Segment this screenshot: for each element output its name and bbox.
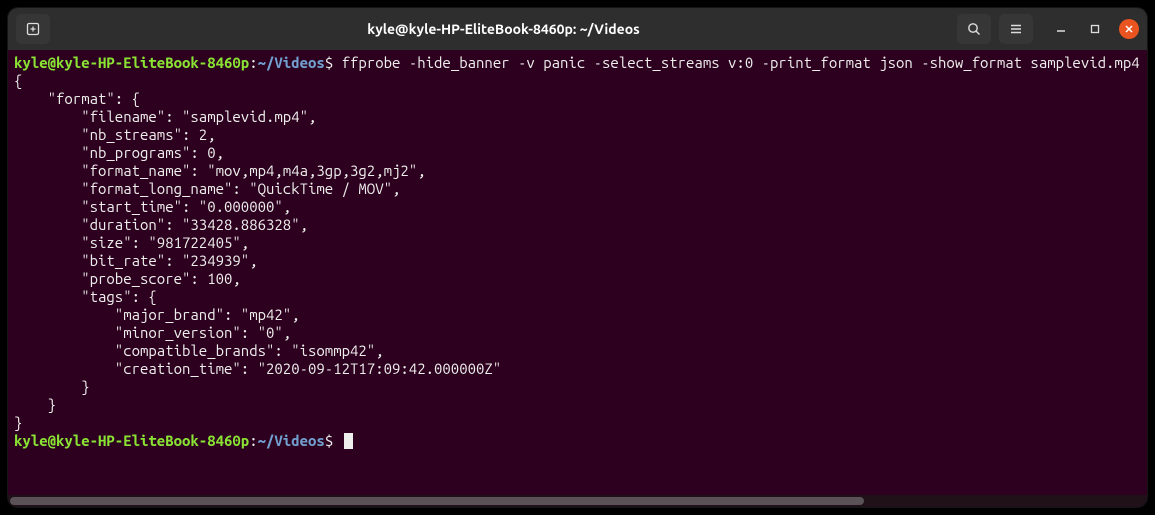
prompt-user-host: kyle@kyle-HP-EliteBook-8460p <box>14 54 249 71</box>
scrollbar-thumb[interactable] <box>10 497 864 505</box>
new-tab-button[interactable] <box>16 14 50 44</box>
output-line: "start_time": "0.000000", <box>14 198 291 215</box>
menu-button[interactable] <box>999 14 1033 44</box>
output-line: "probe_score": 100, <box>14 270 241 287</box>
command-text: ffprobe -hide_banner -v panic -select_st… <box>342 54 1140 71</box>
window-controls <box>1051 19 1139 39</box>
prompt-dollar: $ <box>325 54 333 71</box>
prompt-colon: : <box>249 54 257 71</box>
search-button[interactable] <box>957 14 991 44</box>
output-line: "duration": "33428.886328", <box>14 216 308 233</box>
output-line: "format_long_name": "QuickTime / MOV", <box>14 180 400 197</box>
output-line: "filename": "samplevid.mp4", <box>14 108 316 125</box>
window-title: kyle@kyle-HP-EliteBook-8460p: ~/Videos <box>58 21 949 37</box>
prompt-dollar: $ <box>325 432 333 449</box>
minimize-icon <box>1055 23 1067 35</box>
output-line: "bit_rate": "234939", <box>14 252 258 269</box>
output-line: "format": { <box>14 90 140 107</box>
output-line: "minor_version": "0", <box>14 324 291 341</box>
close-icon <box>1123 23 1135 35</box>
output-line: "size": "981722405", <box>14 234 249 251</box>
prompt-path: ~/Videos <box>258 54 325 71</box>
titlebar: kyle@kyle-HP-EliteBook-8460p: ~/Videos <box>8 8 1147 50</box>
search-icon <box>966 21 982 37</box>
output-line: "creation_time": "2020-09-12T17:09:42.00… <box>14 360 501 377</box>
output-line: } <box>14 378 90 395</box>
titlebar-left <box>16 14 50 44</box>
cursor <box>344 433 353 449</box>
prompt-path: ~/Videos <box>258 432 325 449</box>
prompt-colon: : <box>249 432 257 449</box>
hamburger-icon <box>1008 21 1024 37</box>
output-line: } <box>14 414 22 431</box>
new-tab-icon <box>25 21 41 37</box>
output-line: } <box>14 396 56 413</box>
minimize-button[interactable] <box>1051 19 1071 39</box>
output-line: { <box>14 72 22 89</box>
output-line: "nb_streams": 2, <box>14 126 216 143</box>
output-line: "tags": { <box>14 288 157 305</box>
horizontal-scrollbar[interactable] <box>8 495 1147 507</box>
maximize-button[interactable] <box>1085 19 1105 39</box>
terminal-window: kyle@kyle-HP-EliteBook-8460p: ~/Videos <box>8 8 1147 507</box>
terminal-output-area[interactable]: kyle@kyle-HP-EliteBook-8460p:~/Videos$ f… <box>8 50 1147 495</box>
output-line: "format_name": "mov,mp4,m4a,3gp,3g2,mj2"… <box>14 162 426 179</box>
titlebar-right <box>957 14 1139 44</box>
close-button[interactable] <box>1119 19 1139 39</box>
output-line: "nb_programs": 0, <box>14 144 224 161</box>
output-line: "major_brand": "mp42", <box>14 306 300 323</box>
maximize-icon <box>1089 23 1101 35</box>
prompt-user-host: kyle@kyle-HP-EliteBook-8460p <box>14 432 249 449</box>
output-line: "compatible_brands": "isommp42", <box>14 342 384 359</box>
